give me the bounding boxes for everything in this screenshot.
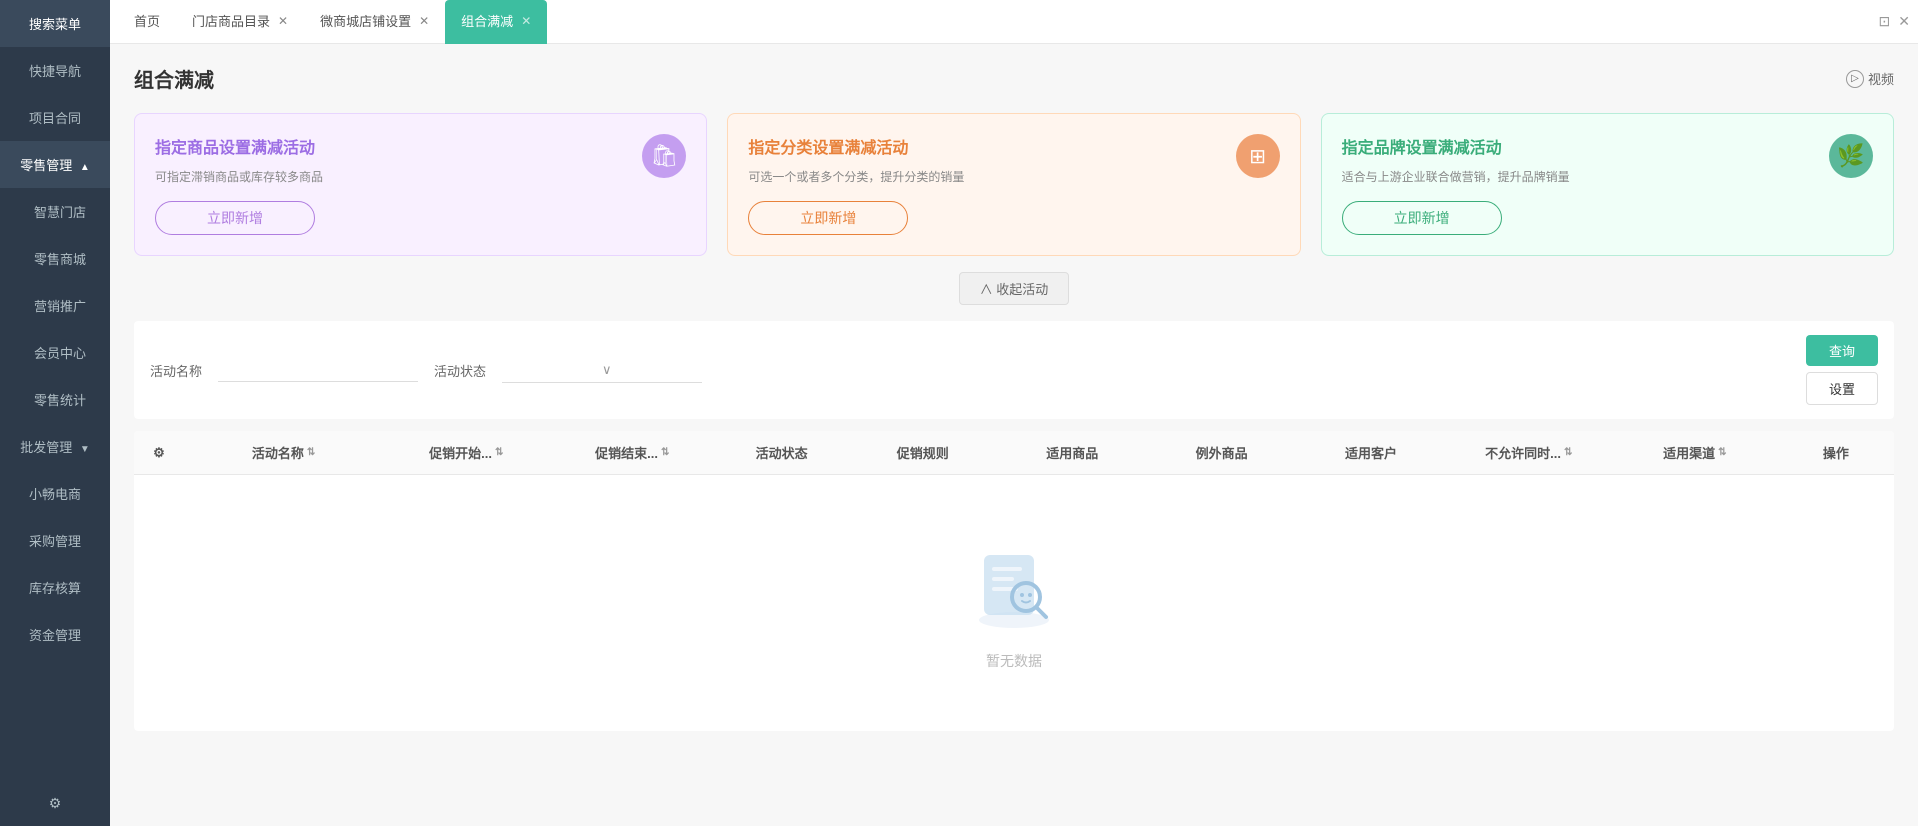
tab-shopset-close[interactable]: ✕ [419, 14, 429, 28]
restore-icon[interactable]: ⊡ [1879, 13, 1891, 30]
brand-card-title: 指定品牌设置满减活动 [1342, 134, 1873, 158]
window-controls: ⊡ ✕ [1879, 13, 1910, 30]
tab-catalog-close[interactable]: ✕ [278, 14, 288, 28]
th-status: 活动状态 [715, 443, 848, 462]
wholesale-arrow-icon: ▼ [80, 444, 90, 455]
brand-card-desc: 适合与上游企业联合做营销，提升品牌销量 [1342, 168, 1873, 185]
th-goods: 适用商品 [997, 443, 1146, 462]
sidebar-item-retailmall[interactable]: 零售商城 [0, 235, 110, 282]
retail-arrow-icon: ▲ [80, 162, 90, 173]
sidebar-item-wholesale[interactable]: 批发管理 ▼ [0, 423, 110, 470]
product-card-desc: 可指定滞销商品或库存较多商品 [155, 168, 686, 185]
sidebar-item-contract[interactable]: 项目合同 [0, 94, 110, 141]
th-rule: 促销规则 [848, 443, 997, 462]
sidebar-item-retailstat[interactable]: 零售统计 [0, 376, 110, 423]
filter-row: 活动名称 活动状态 ∨ 查询 设置 [134, 321, 1894, 419]
query-button[interactable]: 查询 [1806, 335, 1878, 366]
activity-cards: 🛍 指定商品设置满减活动 可指定滞销商品或库存较多商品 立即新增 ⊞ 指定分类设… [134, 113, 1894, 256]
product-card-title: 指定商品设置满减活动 [155, 134, 686, 158]
main-area: 首页 门店商品目录 ✕ 微商城店铺设置 ✕ 组合满减 ✕ ⊡ ✕ 组合满减 ▷ … [110, 0, 1918, 826]
filter-status-label: 活动状态 [434, 361, 486, 380]
sort-icon-nosame: ⇅ [1564, 447, 1572, 458]
category-card-add-button[interactable]: 立即新增 [748, 201, 908, 235]
th-channel[interactable]: 适用渠道 ⇅ [1612, 443, 1778, 462]
filter-actions: 查询 设置 [1806, 335, 1878, 405]
brand-card-add-button[interactable]: 立即新增 [1342, 201, 1502, 235]
chevron-down-icon: ∨ [602, 362, 694, 378]
th-gear[interactable]: ⚙ [134, 445, 184, 461]
sidebar-item-inventory[interactable]: 库存核算 [0, 564, 110, 611]
sidebar-item-smartstore[interactable]: 智慧门店 [0, 188, 110, 235]
th-customer: 适用客户 [1296, 443, 1445, 462]
gear-settings-icon: ⚙ [153, 445, 165, 461]
table-header: ⚙ 活动名称 ⇅ 促销开始... ⇅ 促销结束... ⇅ 活动状态 [134, 431, 1894, 475]
setting-button[interactable]: 设置 [1806, 372, 1878, 405]
sidebar-item-retail[interactable]: 零售管理 ▲ [0, 141, 110, 188]
data-table: ⚙ 活动名称 ⇅ 促销开始... ⇅ 促销结束... ⇅ 活动状态 [134, 431, 1894, 731]
sidebar-item-member[interactable]: 会员中心 [0, 329, 110, 376]
play-icon: ▷ [1846, 70, 1864, 88]
sidebar-item-marketing[interactable]: 营销推广 [0, 282, 110, 329]
page-header: 组合满减 ▷ 视频 [134, 64, 1894, 93]
tab-home[interactable]: 首页 [118, 0, 176, 44]
sidebar-item-search[interactable]: 搜索菜单 [0, 0, 110, 47]
close-icon[interactable]: ✕ [1898, 13, 1910, 30]
category-card-title: 指定分类设置满减活动 [748, 134, 1279, 158]
sort-icon-start: ⇅ [495, 447, 503, 458]
activity-card-product: 🛍 指定商品设置满减活动 可指定滞销商品或库存较多商品 立即新增 [134, 113, 707, 256]
product-card-icon: 🛍 [642, 134, 686, 178]
sidebar-item-finance[interactable]: 资金管理 [0, 611, 110, 658]
activity-card-category: ⊞ 指定分类设置满减活动 可选一个或者多个分类，提升分类的销量 立即新增 [727, 113, 1300, 256]
category-card-icon: ⊞ [1236, 134, 1280, 178]
th-nosame[interactable]: 不允许同时... ⇅ [1446, 443, 1612, 462]
sidebar-item-purchase[interactable]: 采购管理 [0, 517, 110, 564]
tab-shopset[interactable]: 微商城店铺设置 ✕ [304, 0, 445, 44]
sidebar-item-xiaochang[interactable]: 小畅电商 [0, 470, 110, 517]
th-except: 例外商品 [1147, 443, 1296, 462]
collapse-button[interactable]: ∧ 收起活动 [959, 272, 1070, 305]
collapse-bar: ∧ 收起活动 [134, 272, 1894, 305]
tab-combo[interactable]: 组合满减 ✕ [445, 0, 547, 44]
sidebar-settings-button[interactable]: ⚙ [0, 781, 110, 826]
sort-icon-name: ⇅ [307, 447, 315, 458]
th-name[interactable]: 活动名称 ⇅ [184, 443, 383, 462]
th-start[interactable]: 促销开始... ⇅ [383, 443, 549, 462]
tab-catalog[interactable]: 门店商品目录 ✕ [176, 0, 304, 44]
filter-name-label: 活动名称 [150, 361, 202, 380]
sort-icon-channel: ⇅ [1718, 447, 1726, 458]
empty-text: 暂无数据 [986, 651, 1042, 671]
filter-status-select[interactable]: ∨ [502, 358, 702, 383]
tab-combo-close[interactable]: ✕ [521, 14, 531, 28]
page-content: 组合满减 ▷ 视频 🛍 指定商品设置满减活动 可指定滞销商品或库存较多商品 立即… [110, 44, 1918, 826]
th-end[interactable]: 促销结束... ⇅ [549, 443, 715, 462]
category-card-desc: 可选一个或者多个分类，提升分类的销量 [748, 168, 1279, 185]
empty-icon [964, 535, 1064, 635]
th-action: 操作 [1778, 443, 1894, 462]
empty-state: 暂无数据 [134, 475, 1894, 731]
sort-icon-end: ⇅ [661, 447, 669, 458]
filter-name-input[interactable] [218, 358, 418, 382]
sidebar: 搜索菜单 快捷导航 项目合同 零售管理 ▲ 智慧门店 零售商城 营销推广 会员中… [0, 0, 110, 826]
sidebar-item-shortcut[interactable]: 快捷导航 [0, 47, 110, 94]
video-link[interactable]: ▷ 视频 [1846, 69, 1894, 88]
page-title: 组合满减 [134, 64, 214, 93]
tab-bar: 首页 门店商品目录 ✕ 微商城店铺设置 ✕ 组合满减 ✕ ⊡ ✕ [110, 0, 1918, 44]
product-card-add-button[interactable]: 立即新增 [155, 201, 315, 235]
gear-icon: ⚙ [49, 795, 62, 811]
activity-card-brand: 🌿 指定品牌设置满减活动 适合与上游企业联合做营销，提升品牌销量 立即新增 [1321, 113, 1894, 256]
brand-card-icon: 🌿 [1829, 134, 1873, 178]
